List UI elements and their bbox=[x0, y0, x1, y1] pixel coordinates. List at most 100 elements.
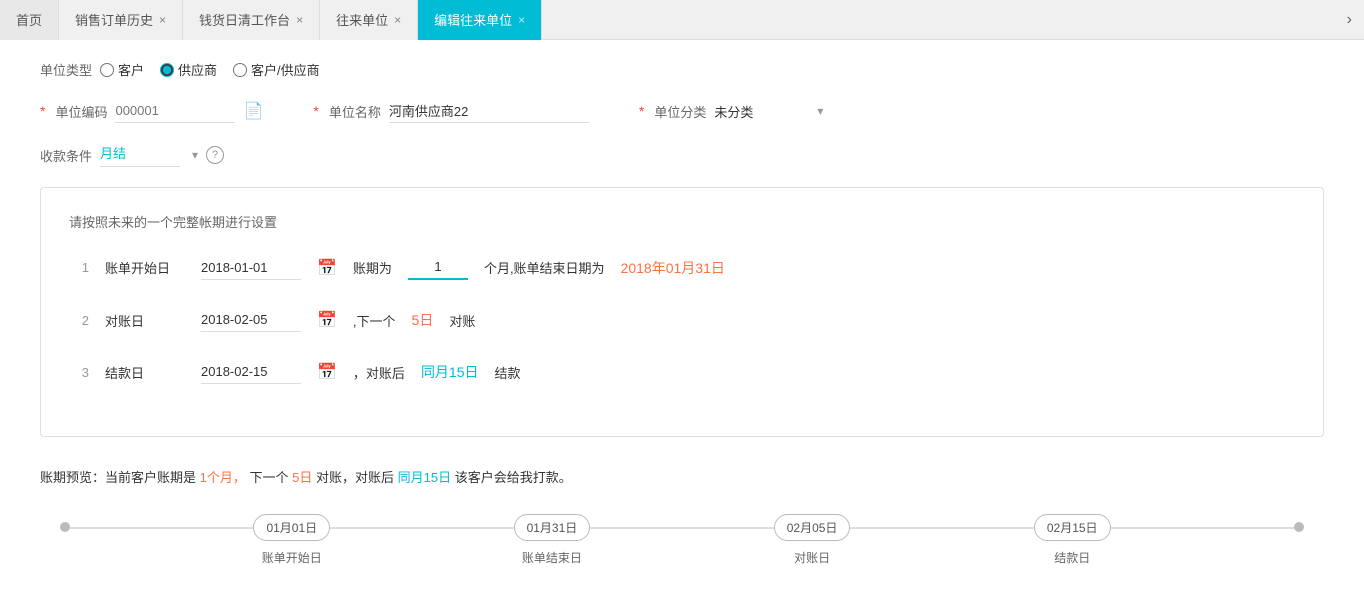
payment-terms-group: 收款条件 月结 ▾ ? bbox=[40, 143, 224, 167]
tab-units-close-icon[interactable]: × bbox=[394, 13, 401, 27]
preview-payment-highlight: 同月15日 bbox=[398, 470, 451, 485]
row-2-suffix-highlight: 5日 bbox=[412, 310, 434, 330]
tab-cash-close-icon[interactable]: × bbox=[296, 13, 303, 27]
payment-terms-row: 收款条件 月结 ▾ ? bbox=[40, 143, 1324, 167]
unit-class-value: 未分类 bbox=[714, 102, 753, 121]
unit-name-input[interactable] bbox=[389, 99, 589, 123]
row-3-suffix-prefix: ，对账后 bbox=[353, 363, 405, 382]
row-2-date-input[interactable] bbox=[201, 308, 301, 332]
timeline-segment-3 bbox=[590, 514, 773, 529]
row-1-number: 1 bbox=[69, 260, 89, 275]
unit-info-row: * 单位编码 📄 * 单位名称 * 单位分类 未分类 ▾ bbox=[40, 99, 1324, 123]
timeline-label-1: 账单开始日 bbox=[262, 549, 322, 566]
row-3-calendar-icon[interactable]: 📅 bbox=[317, 362, 337, 382]
timeline-segment-2 bbox=[330, 514, 513, 529]
timeline-node-3: 02月05日 对账日 bbox=[774, 514, 851, 566]
radio-customer[interactable]: 客户 bbox=[100, 60, 144, 79]
row-2-suffix-text: 对账 bbox=[449, 311, 475, 330]
timeline-label-4: 结款日 bbox=[1054, 549, 1090, 566]
radio-both-input[interactable] bbox=[233, 63, 247, 77]
timeline-label-2: 账单结束日 bbox=[522, 549, 582, 566]
payment-terms-dropdown-icon[interactable]: ▾ bbox=[192, 148, 198, 162]
tab-sales-label: 销售订单历史 bbox=[75, 10, 153, 29]
preview-section: 账期预览：当前客户账期是 1个月， 下一个 5日 对账，对账后 同月15日 该客… bbox=[40, 457, 1324, 486]
timeline-line-3 bbox=[590, 527, 773, 529]
tab-sales-close-icon[interactable]: × bbox=[159, 13, 166, 27]
row-2-suffix-prefix: ,下一个 bbox=[353, 311, 396, 330]
preview-reconcile-suffix: 对账，对账后 bbox=[316, 470, 394, 485]
row-1-period-unit: 个月,账单结束日期为 bbox=[484, 258, 605, 277]
unit-type-row: 单位类型 客户 供应商 客户/供应商 bbox=[40, 60, 1324, 79]
tab-associated-units[interactable]: 往来单位 × bbox=[320, 0, 418, 40]
settings-box: 请按照未来的一个完整帐期进行设置 1 账单开始日 📅 账期为 个月,账单结束日期… bbox=[40, 187, 1324, 437]
row-1-date-input[interactable] bbox=[201, 256, 301, 280]
unit-type-group: 单位类型 客户 供应商 客户/供应商 bbox=[40, 60, 320, 79]
settings-title: 请按照未来的一个完整帐期进行设置 bbox=[69, 212, 1295, 231]
timeline-container: 01月01日 账单开始日 01月31日 账单结束日 02月05日 对账日 02月… bbox=[40, 514, 1324, 566]
row-3-suffix-text: 结款 bbox=[495, 363, 521, 382]
payment-terms-container: 月结 ▾ bbox=[100, 143, 198, 167]
row-1-period-label: 账期为 bbox=[353, 258, 392, 277]
timeline-line-end bbox=[1111, 527, 1294, 529]
row-3-field-label: 结款日 bbox=[105, 363, 185, 382]
unit-class-label: 单位分类 bbox=[654, 102, 706, 121]
timeline-badge-2: 01月31日 bbox=[514, 514, 591, 541]
timeline-segment-4 bbox=[850, 514, 1033, 529]
timeline-badge-3: 02月05日 bbox=[774, 514, 851, 541]
unit-code-input[interactable] bbox=[115, 99, 235, 123]
tab-more-button[interactable]: › bbox=[1335, 0, 1364, 40]
unit-class-required: * bbox=[639, 103, 644, 119]
timeline-node-4: 02月15日 结款日 bbox=[1034, 514, 1111, 566]
row-1-end-date: 2018年01月31日 bbox=[621, 258, 725, 278]
radio-supplier-input[interactable] bbox=[160, 63, 174, 77]
tab-edit-label: 编辑往来单位 bbox=[434, 10, 512, 29]
tab-edit-associated-unit[interactable]: 编辑往来单位 × bbox=[418, 0, 542, 40]
timeline-start-dot bbox=[60, 522, 70, 532]
timeline-badge-1: 01月01日 bbox=[253, 514, 330, 541]
payment-terms-value[interactable]: 月结 bbox=[100, 143, 180, 167]
tab-home[interactable]: 首页 bbox=[0, 0, 59, 40]
tab-bar: 首页 销售订单历史 × 钱货日清工作台 × 往来单位 × 编辑往来单位 × › bbox=[0, 0, 1364, 40]
settings-row-2: 2 对账日 📅 ,下一个 5日 对账 bbox=[69, 308, 1295, 332]
preview-reconcile-highlight: 5日 bbox=[292, 470, 312, 485]
tab-edit-close-icon[interactable]: × bbox=[518, 13, 525, 27]
unit-class-dropdown-icon[interactable]: ▾ bbox=[817, 104, 823, 118]
preview-prefix: 账期预览：当前客户账期是 bbox=[40, 470, 196, 485]
tab-cash-reconciliation[interactable]: 钱货日清工作台 × bbox=[183, 0, 320, 40]
unit-type-label: 单位类型 bbox=[40, 60, 92, 79]
unit-type-radio-group: 客户 供应商 客户/供应商 bbox=[100, 60, 320, 79]
tab-sales-order-history[interactable]: 销售订单历史 × bbox=[59, 0, 183, 40]
timeline-label-3: 对账日 bbox=[794, 549, 830, 566]
unit-code-group: * 单位编码 📄 bbox=[40, 99, 263, 123]
radio-supplier[interactable]: 供应商 bbox=[160, 60, 217, 79]
unit-code-required: * bbox=[40, 103, 45, 119]
row-2-calendar-icon[interactable]: 📅 bbox=[317, 310, 337, 330]
radio-both-label: 客户/供应商 bbox=[251, 60, 320, 79]
row-3-date-input[interactable] bbox=[201, 360, 301, 384]
unit-code-icon[interactable]: 📄 bbox=[243, 101, 263, 121]
timeline-line-2 bbox=[330, 527, 513, 529]
radio-both[interactable]: 客户/供应商 bbox=[233, 60, 320, 79]
unit-code-label: 单位编码 bbox=[55, 102, 107, 121]
radio-customer-input[interactable] bbox=[100, 63, 114, 77]
timeline-badge-4: 02月15日 bbox=[1034, 514, 1111, 541]
row-1-period-input[interactable] bbox=[408, 255, 468, 280]
preview-period: 1个月， bbox=[200, 470, 246, 485]
row-3-suffix-highlight: 同月15日 bbox=[421, 362, 479, 382]
unit-class-group: * 单位分类 未分类 ▾ bbox=[639, 102, 914, 121]
payment-terms-label: 收款条件 bbox=[40, 146, 92, 165]
timeline-node-2: 01月31日 账单结束日 bbox=[514, 514, 591, 566]
unit-name-label: 单位名称 bbox=[329, 102, 381, 121]
row-1-calendar-icon[interactable]: 📅 bbox=[317, 258, 337, 278]
help-icon[interactable]: ? bbox=[206, 146, 224, 164]
unit-class-select[interactable]: 未分类 ▾ bbox=[714, 102, 914, 121]
timeline-segment-end bbox=[1111, 514, 1294, 529]
row-2-field-label: 对账日 bbox=[105, 311, 185, 330]
preview-reconcile-prefix: 下一个 bbox=[250, 470, 289, 485]
main-content: 单位类型 客户 供应商 客户/供应商 * 单位编码 bbox=[0, 40, 1364, 608]
timeline-node-1: 01月01日 账单开始日 bbox=[253, 514, 330, 566]
timeline-line-1 bbox=[70, 527, 253, 529]
row-2-number: 2 bbox=[69, 313, 89, 328]
settings-row-3: 3 结款日 📅 ，对账后 同月15日 结款 bbox=[69, 360, 1295, 384]
settings-row-1: 1 账单开始日 📅 账期为 个月,账单结束日期为 2018年01月31日 bbox=[69, 255, 1295, 280]
